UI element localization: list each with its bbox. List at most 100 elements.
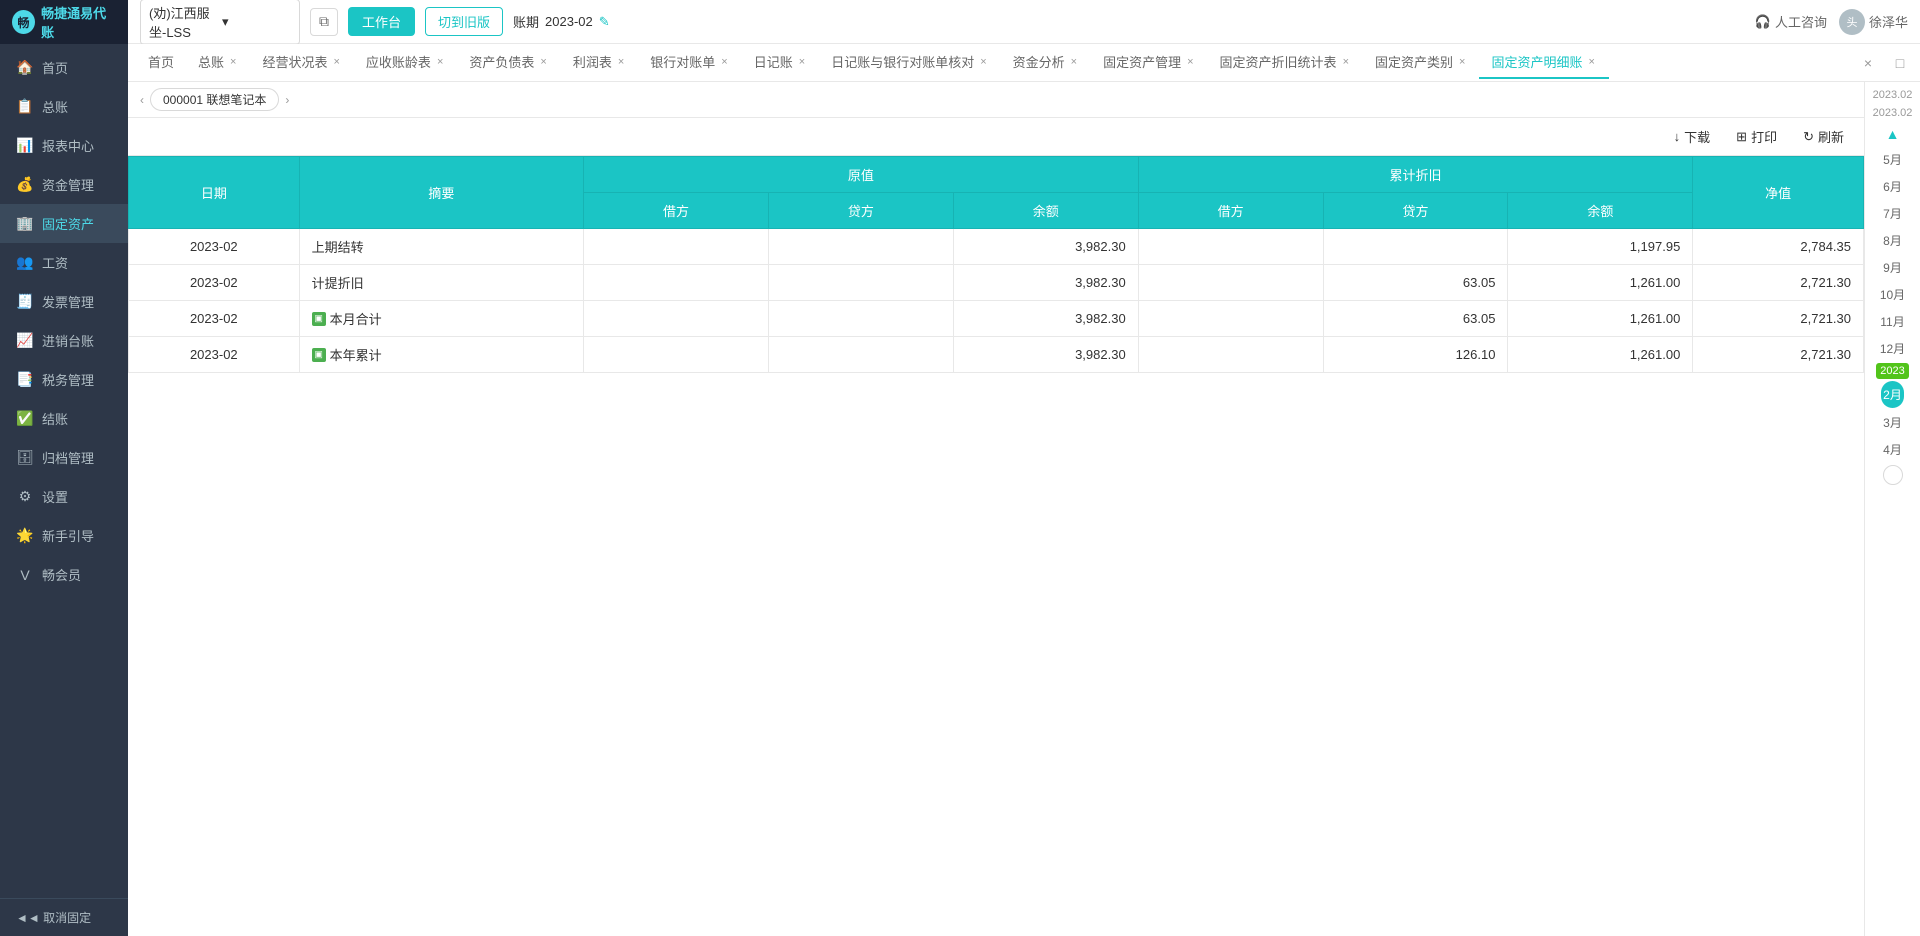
sidebar-item-sales[interactable]: 📈 进销台账 [0,321,128,360]
tab-label-profit: 利润表 [573,52,612,71]
sidebar-label-tax: 税务管理 [42,370,94,389]
th-net-value: 净值 [1693,157,1864,229]
tab-fixed_detail[interactable]: 固定资产明细账× [1479,46,1608,79]
download-btn[interactable]: ↓ 下载 [1666,124,1719,149]
cell-net-value: 2,721.30 [1693,337,1864,373]
sidebar-item-closing[interactable]: ✅ 结账 [0,399,128,438]
tab-close-bank_statement[interactable]: × [719,55,729,69]
tab-close-fixed_type[interactable]: × [1457,55,1467,69]
tab-journal[interactable]: 日记账 × [742,46,819,79]
panel-month-item[interactable]: 6月 [1865,173,1920,200]
panel-month-item[interactable]: 10月 [1865,281,1920,308]
sidebar-item-member[interactable]: V 畅会员 [0,555,128,594]
content-area: ‹ 000001 联想笔记本 › ↓ 下载 ⊞ 打印 ↻ 刷新 [128,82,1920,936]
sidebar-item-reports[interactable]: 📊 报表中心 [0,126,128,165]
sidebar-item-guide[interactable]: 🌟 新手引导 [0,516,128,555]
th-original-debit: 借方 [584,193,769,229]
tab-balance[interactable]: 资产负债表× [457,46,560,79]
sidebar-item-fund[interactable]: 💰 资金管理 [0,165,128,204]
tab-label-fixed_mgmt: 固定资产管理 [1103,52,1181,71]
cell-deprec-debit [1138,337,1323,373]
badge-icon: ▣ [312,312,326,326]
print-btn[interactable]: ⊞ 打印 [1728,124,1785,149]
tab-close-ledger[interactable]: × [228,55,238,69]
tab-bank_statement[interactable]: 银行对账单× [638,46,741,79]
tab-management[interactable]: 经营状况表× [250,46,353,79]
tab-journal_bank[interactable]: 日记账与银行对账单核对× [819,46,1000,79]
period-value: 2023-02 [545,14,593,29]
switch-old-btn[interactable]: 切到旧版 [425,7,503,36]
close-all-tabs-btn[interactable]: × [1856,51,1880,75]
panel-month-item[interactable]: 9月 [1865,254,1920,281]
tab-profit[interactable]: 利润表 × [561,46,638,79]
sidebar-item-tax[interactable]: 📑 税务管理 [0,360,128,399]
sidebar: 畅 畅捷通易代账 🏠 首页 📋 总账 📊 报表中心 💰 资金管理 🏢 固定资产 … [0,0,128,936]
sidebar-item-payroll[interactable]: 👥 工资 [0,243,128,282]
sidebar-item-ledger[interactable]: 📋 总账 [0,87,128,126]
fixed-asset-detail-table: 日期 摘要 原值 累计折旧 净值 借方 贷方 余额 借方 贷方 余额 [128,156,1864,936]
tab-close-fund_analysis[interactable]: × [1069,55,1079,69]
sidebar-icon-reports: 📊 [16,137,34,154]
work-table-btn[interactable]: 工作台 [348,7,415,36]
sidebar-item-archive[interactable]: 🗄 归档管理 [0,438,128,477]
sidebar-item-invoice[interactable]: 🧾 发票管理 [0,282,128,321]
cell-net-value: 2,721.30 [1693,265,1864,301]
sidebar-icon-invoice: 🧾 [16,293,34,310]
panel-year-badge[interactable]: 2023 [1876,363,1908,379]
cell-orig-credit [768,301,953,337]
company-selector[interactable]: (劝)江西服坐-LSS ▾ [140,0,300,45]
cell-orig-debit [584,337,769,373]
tab-close-receivable[interactable]: × [435,55,445,69]
panel-month-item[interactable]: 5月 [1865,146,1920,173]
tab-close-management[interactable]: × [331,55,341,69]
company-name: (劝)江西服坐-LSS [149,3,218,41]
sidebar-footer-collapse[interactable]: ◄◄ 取消固定 [0,898,128,936]
sidebar-item-fixed[interactable]: 🏢 固定资产 [0,204,128,243]
period-display: 账期 2023-02 ✎ [513,12,610,31]
tab-close-fixed_deprec[interactable]: × [1341,55,1351,69]
tab-ledger[interactable]: 总账× [186,46,250,79]
sidebar-icon-tax: 📑 [16,371,34,388]
panel-month-item[interactable]: 8月 [1865,227,1920,254]
tab-close-journal_bank[interactable]: × [978,55,988,69]
refresh-btn[interactable]: ↻ 刷新 [1795,124,1852,149]
panel-active-month[interactable]: 2月 [1881,381,1904,408]
th-deprec-balance: 余额 [1508,193,1693,229]
nav-next-btn[interactable]: › [285,93,289,107]
tab-close-fixed_mgmt[interactable]: × [1185,55,1195,69]
cell-date: 2023-02 [129,229,300,265]
panel-month-item[interactable]: 3月 [1865,409,1920,436]
maximize-btn[interactable]: □ [1888,51,1912,75]
help-btn[interactable]: 🎧 人工咨询 [1755,12,1827,31]
copy-icon-btn[interactable]: ⧉ [310,8,338,36]
tab-fund_analysis[interactable]: 资金分析× [1001,46,1091,79]
sidebar-item-home[interactable]: 🏠 首页 [0,48,128,87]
tab-home[interactable]: 首页 [136,46,186,79]
table-row: 2023-02 上期结转 3,982.30 1,197.95 2,784.35 [129,229,1864,265]
tab-close-balance[interactable]: × [538,55,548,69]
tab-fixed_type[interactable]: 固定资产类别× [1363,46,1479,79]
nav-prev-btn[interactable]: ‹ [140,93,144,107]
tab-label-receivable: 应收账龄表 [366,52,431,71]
th-note: 摘要 [299,157,583,229]
tab-label-journal: 日记账 [754,52,793,71]
panel-circle-btn[interactable] [1883,465,1903,485]
sidebar-item-settings[interactable]: ⚙ 设置 [0,477,128,516]
tab-close-fixed_detail[interactable]: × [1586,55,1596,69]
table-row: 2023-02 ▣本年累计 3,982.30 126.10 1,261.00 2… [129,337,1864,373]
user-menu[interactable]: 头 徐泽华 [1839,9,1908,35]
sidebar-label-settings: 设置 [42,487,68,506]
tab-fixed_deprec[interactable]: 固定资产折旧统计表× [1208,46,1363,79]
tab-fixed_mgmt[interactable]: 固定资产管理 × [1091,46,1207,79]
help-icon: 🎧 [1755,14,1771,30]
panel-month-item[interactable]: 7月 [1865,200,1920,227]
panel-month-item[interactable]: 4月 [1865,436,1920,463]
panel-month-item[interactable]: 11月 [1865,308,1920,335]
tab-close-journal[interactable]: × [797,55,807,69]
panel-month-item[interactable]: 12月 [1865,335,1920,362]
sidebar-icon-archive: 🗄 [16,449,34,466]
tab-receivable[interactable]: 应收账龄表 × [354,46,457,79]
tab-close-profit[interactable]: × [616,55,626,69]
period-edit-icon[interactable]: ✎ [599,14,610,30]
panel-scroll-up-btn[interactable]: ▲ [1882,122,1904,146]
